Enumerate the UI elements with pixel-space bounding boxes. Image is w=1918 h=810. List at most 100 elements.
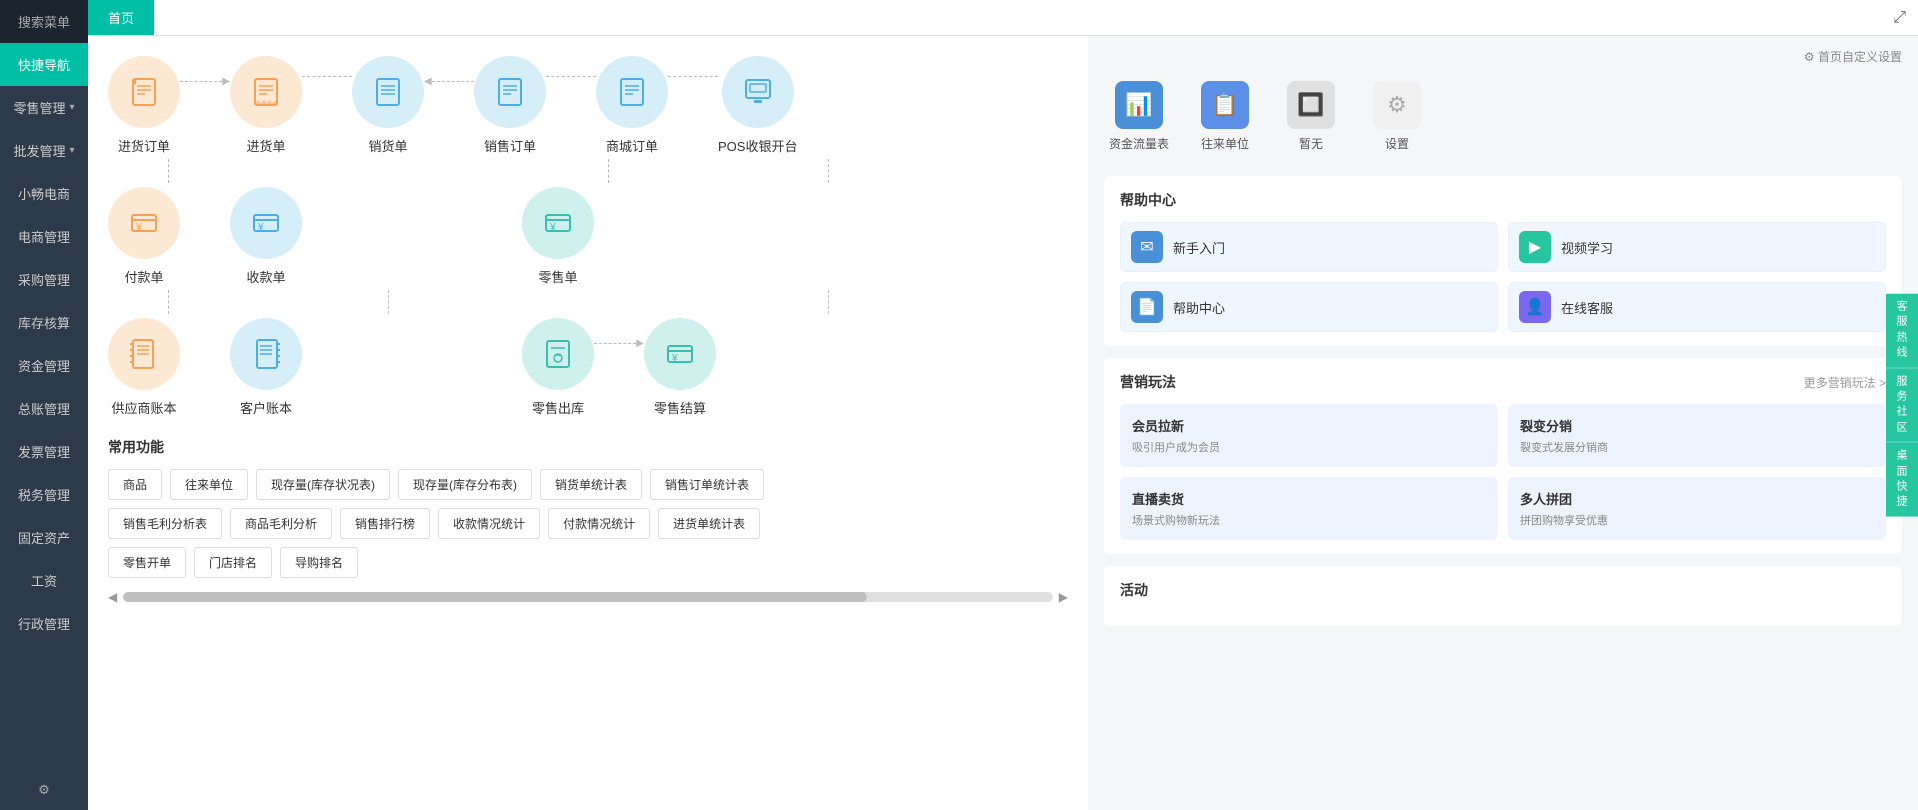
left-panel: 进货订单 ▶ 进货单 [88, 36, 1088, 810]
sidebar-item-4[interactable]: 采购管理 [0, 258, 88, 301]
sidebar-item-2[interactable]: 小畅电商 [0, 172, 88, 215]
more-marketing-link[interactable]: 更多营销玩法 > [1804, 374, 1886, 391]
func-button[interactable]: 现存量(库存状况表) [256, 469, 390, 500]
func-button[interactable]: 商品 [108, 469, 162, 500]
node-customer-ledger[interactable]: 客户账本 [230, 318, 302, 417]
play-icon: ▶ [1519, 231, 1551, 263]
marketing-live[interactable]: 直播卖货 场景式购物新玩法 [1120, 477, 1498, 540]
float-btn-community[interactable]: 服务社区 [1886, 367, 1918, 442]
marketing-header: 营销玩法 更多营销玩法 > [1120, 372, 1886, 392]
func-button[interactable]: 销售毛利分析表 [108, 508, 222, 539]
purchase-order-icon [108, 56, 180, 128]
scroll-left-arrow[interactable]: ◀ [108, 590, 117, 604]
marketing-grid: 会员拉新 吸引用户成为会员 裂变分销 裂变式发展分销商 直播卖货 场景式购物新玩… [1120, 404, 1886, 540]
pos-icon [722, 56, 794, 128]
sidebar-item-8[interactable]: 发票管理 [0, 430, 88, 473]
func-button[interactable]: 销售排行榜 [340, 508, 430, 539]
node-sales-order[interactable]: 销售订单 [474, 56, 546, 155]
quick-icon-1[interactable]: 📋往来单位 [1190, 81, 1260, 152]
common-functions: 常用功能 商品往来单位现存量(库存状况表)现存量(库存分布表)销货单统计表销售订… [108, 437, 1068, 578]
quick-nav[interactable]: 快捷导航 [0, 43, 88, 86]
marketing-card: 营销玩法 更多营销玩法 > 会员拉新 吸引用户成为会员 裂变分销 裂变式发展分销… [1104, 358, 1902, 554]
settings-button[interactable]: ⚙ [0, 770, 88, 810]
func-button[interactable]: 门店排名 [194, 547, 272, 578]
func-button[interactable]: 商品毛利分析 [230, 508, 332, 539]
sidebar-item-5[interactable]: 库存核算 [0, 301, 88, 344]
node-purchase-order[interactable]: 进货订单 [108, 56, 180, 155]
sidebar-item-9[interactable]: 税务管理 [0, 473, 88, 516]
sidebar-item-7[interactable]: 总账管理 [0, 387, 88, 430]
mail-icon: ✉ [1131, 231, 1163, 263]
help-item-video[interactable]: ▶ 视频学习 [1508, 222, 1886, 272]
svg-text:¥: ¥ [549, 222, 556, 233]
quick-icons-row: 📊资金流量表📋往来单位🔲暂无⚙设置 [1104, 73, 1902, 160]
sidebar-item-12[interactable]: 行政管理 [0, 602, 88, 645]
node-retail-out[interactable]: 零售出库 [522, 318, 594, 417]
horizontal-scrollbar[interactable]: ◀ ▶ [108, 590, 1068, 604]
help-item-beginner[interactable]: ✉ 新手入门 [1120, 222, 1498, 272]
sidebar-item-0[interactable]: 零售管理▾ [0, 86, 88, 129]
purchase-bill-icon [230, 56, 302, 128]
customize-link[interactable]: ⚙ 首页自定义设置 [1804, 48, 1902, 65]
quick-icon-0[interactable]: 📊资金流量表 [1104, 81, 1174, 152]
marketing-member[interactable]: 会员拉新 吸引用户成为会员 [1120, 404, 1498, 467]
scroll-track[interactable] [123, 592, 1053, 602]
search-menu[interactable]: 搜索菜单 [0, 0, 88, 43]
help-item-service[interactable]: 👤 在线客服 [1508, 282, 1886, 332]
quick-icon-2[interactable]: 🔲暂无 [1276, 81, 1346, 152]
customer-ledger-icon [230, 318, 302, 390]
svg-text:¥: ¥ [135, 222, 142, 233]
doc-icon: 📄 [1131, 291, 1163, 323]
node-payment[interactable]: ¥ 付款单 [108, 187, 180, 286]
gear-icon: ⚙ [38, 782, 50, 797]
func-button[interactable]: 付款情况统计 [548, 508, 650, 539]
func-button[interactable]: 进货单统计表 [658, 508, 760, 539]
svg-text:¥: ¥ [671, 353, 678, 364]
scroll-right-arrow[interactable]: ▶ [1059, 590, 1068, 604]
flow-diagram: 进货订单 ▶ 进货单 [108, 56, 1068, 417]
retail-out-icon [522, 318, 594, 390]
float-btn-desktop[interactable]: 桌面快捷 [1886, 442, 1918, 517]
help-center-card: 帮助中心 ✉ 新手入门 ▶ 视频学习 📄 帮助中心 👤 [1104, 176, 1902, 346]
node-purchase-bill[interactable]: 进货单 [230, 56, 302, 155]
payment-icon: ¥ [108, 187, 180, 259]
sidebar-item-6[interactable]: 资金管理 [0, 344, 88, 387]
sidebar-item-1[interactable]: 批发管理▾ [0, 129, 88, 172]
node-retail-bill[interactable]: ¥ 零售单 [522, 187, 594, 286]
sidebar-item-10[interactable]: 固定资产 [0, 516, 88, 559]
func-button[interactable]: 销货单统计表 [540, 469, 642, 500]
func-button[interactable]: 收款情况统计 [438, 508, 540, 539]
node-supplier-ledger[interactable]: 供应商账本 [108, 318, 180, 417]
marketing-group[interactable]: 多人拼团 拼团购物享受优惠 [1508, 477, 1886, 540]
node-retail-settle[interactable]: ¥ 零售结算 [644, 318, 716, 417]
activity-card: 活动 [1104, 566, 1902, 626]
content-row: 进货订单 ▶ 进货单 [88, 36, 1918, 810]
sidebar: 搜索菜单 快捷导航 零售管理▾批发管理▾小畅电商电商管理采购管理库存核算资金管理… [0, 0, 88, 810]
retail-bill-icon: ¥ [522, 187, 594, 259]
node-receipt[interactable]: ¥ 收款单 [230, 187, 302, 286]
main-area: 首页 ⤢ 进货订单 [88, 0, 1918, 810]
sales-order-icon [474, 56, 546, 128]
marketing-fission[interactable]: 裂变分销 裂变式发展分销商 [1508, 404, 1886, 467]
tab-home[interactable]: 首页 [88, 0, 155, 35]
retail-settle-icon: ¥ [644, 318, 716, 390]
shop-order-icon [596, 56, 668, 128]
sidebar-item-3[interactable]: 电商管理 [0, 215, 88, 258]
supplier-ledger-icon [108, 318, 180, 390]
float-buttons: 客服热线 服务社区 桌面快捷 [1886, 294, 1918, 517]
tab-bar-right: ⤢ [1893, 9, 1918, 27]
help-item-help[interactable]: 📄 帮助中心 [1120, 282, 1498, 332]
node-sales-bill[interactable]: 销货单 [352, 56, 424, 155]
quick-icon-3[interactable]: ⚙设置 [1362, 81, 1432, 152]
func-button[interactable]: 现存量(库存分布表) [398, 469, 532, 500]
func-button[interactable]: 零售开单 [108, 547, 186, 578]
expand-icon[interactable]: ⤢ [1893, 9, 1906, 26]
svg-text:¥: ¥ [257, 222, 264, 233]
func-button[interactable]: 销售订单统计表 [650, 469, 764, 500]
float-btn-service[interactable]: 客服热线 [1886, 294, 1918, 368]
func-button[interactable]: 往来单位 [170, 469, 248, 500]
sidebar-item-11[interactable]: 工资 [0, 559, 88, 602]
node-shop-order[interactable]: 商城订单 [596, 56, 668, 155]
node-pos[interactable]: POS收银开台 [718, 56, 797, 155]
func-button[interactable]: 导购排名 [280, 547, 358, 578]
